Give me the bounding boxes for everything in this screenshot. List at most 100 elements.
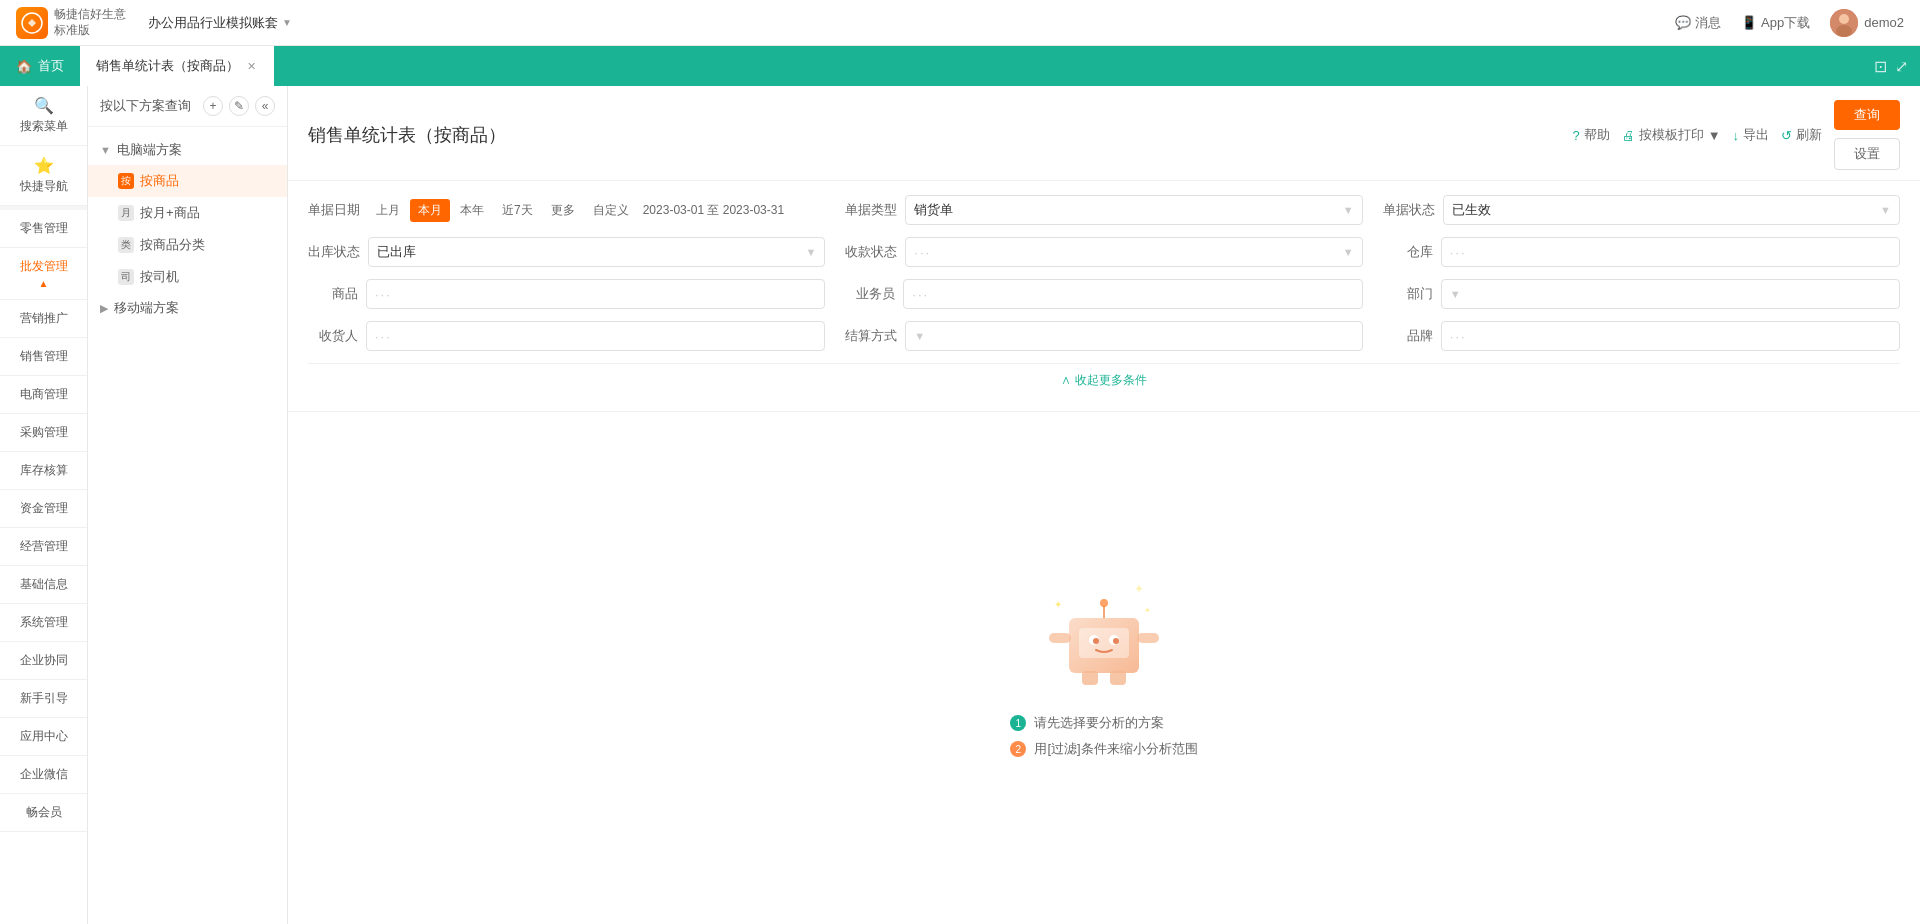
filter-label-payment: 结算方式 [845,327,897,345]
dots-icon: ··· [375,329,392,344]
query-button[interactable]: 查询 [1834,100,1900,130]
sidebar-item-retail[interactable]: 零售管理 [0,210,87,248]
filter-field-date: 单据日期 上月 本月 本年 近7天 更多 自定义 2023-03-01 至 20… [308,195,825,225]
sidebar-item-app-center[interactable]: 应用中心 [0,718,87,756]
page-title-actions: ? 帮助 🖨 按模板打印 ▼ ↓ 导出 ↺ 刷新 [1572,100,1900,170]
brand-select[interactable]: ··· [1441,321,1900,351]
chevron-down-icon: ▼ [1343,204,1354,216]
collapse-panel-button[interactable]: « [255,96,275,116]
date-tab-current-year[interactable]: 本年 [452,199,492,222]
product-select[interactable]: ··· [366,279,825,309]
empty-text-list: 1 请先选择要分析的方案 2 用[过滤]条件来缩小分析范围 [1010,714,1197,758]
sidebar-item-operations[interactable]: 经营管理 [0,528,87,566]
help-button[interactable]: ? 帮助 [1572,126,1609,144]
filter-label-collect-status: 收款状态 [845,243,897,261]
filter-field-product: 商品 ··· [308,279,825,309]
date-tab-custom[interactable]: 自定义 [585,199,637,222]
app-download-button[interactable]: 📱 App下载 [1741,14,1810,32]
chevron-down-icon: ▼ [1880,204,1891,216]
tab-maximize-button[interactable]: ⤢ [1895,57,1908,76]
page-title-bar: 销售单统计表（按商品） ? 帮助 🖨 按模板打印 ▼ ↓ 导出 [288,86,1920,181]
date-tab-last-month[interactable]: 上月 [368,199,408,222]
warehouse-select[interactable]: ··· [1441,237,1900,267]
sidebar-item-inventory[interactable]: 库存核算 [0,452,87,490]
main-layout: 🔍 搜索菜单 ⭐ 快捷导航 零售管理 批发管理 ▲ 营销推广 销售管理 电商管理… [0,86,1920,924]
tab-home[interactable]: 🏠 首页 [0,46,80,86]
payment-method-select[interactable]: ▼ [905,321,1362,351]
tab-minimize-button[interactable]: ⊡ [1874,57,1887,76]
date-filter-control: 上月 本月 本年 近7天 更多 自定义 2023-03-01 至 2023-03… [368,199,825,222]
department-select[interactable]: ▼ [1441,279,1900,309]
doc-type-select[interactable]: 销货单 ▼ [905,195,1362,225]
date-tab-current-month[interactable]: 本月 [410,199,450,222]
filter-field-doc-status: 单据状态 已生效 ▼ [1383,195,1900,225]
empty-tip-2: 2 用[过滤]条件来缩小分析范围 [1010,740,1197,758]
filter-row-1: 单据日期 上月 本月 本年 近7天 更多 自定义 2023-03-01 至 20… [308,195,1900,225]
page-title: 销售单统计表（按商品） [308,123,506,147]
sidebar-item-marketing[interactable]: 营销推广 [0,300,87,338]
sidebar-item-system[interactable]: 系统管理 [0,604,87,642]
date-tab-more[interactable]: 更多 [543,199,583,222]
print-button[interactable]: 🖨 按模板打印 ▼ [1622,126,1721,144]
refresh-button[interactable]: ↺ 刷新 [1781,126,1822,144]
tree-item-by-month-product[interactable]: 月 按月+商品 [88,197,287,229]
collect-status-select[interactable]: ··· ▼ [905,237,1362,267]
sidebar-item-sales[interactable]: 销售管理 [0,338,87,376]
settings-button[interactable]: 设置 [1834,138,1900,170]
message-button[interactable]: 💬 消息 [1675,14,1721,32]
dots-icon: ··· [912,287,929,302]
user-avatar-button[interactable]: demo2 [1830,9,1904,37]
chevron-down-icon: ▼ [282,17,292,28]
doc-status-select[interactable]: 已生效 ▼ [1443,195,1900,225]
action-btns-right: 查询 设置 [1834,100,1900,170]
out-status-select[interactable]: 已出库 ▼ [368,237,825,267]
sidebar-item-ecommerce[interactable]: 电商管理 [0,376,87,414]
date-tab-last7days[interactable]: 近7天 [494,199,541,222]
bullet-2: 2 [1010,741,1026,757]
tree-group-pc-header[interactable]: ▼ 电脑端方案 [88,135,287,165]
export-button[interactable]: ↓ 导出 [1733,126,1770,144]
receiver-select[interactable]: ··· [366,321,825,351]
out-status-value: 已出库 [377,243,416,261]
tree-item-by-product-category[interactable]: 类 按商品分类 [88,229,287,261]
tab-report[interactable]: 销售单统计表（按商品） ✕ [80,46,274,86]
date-tabs: 上月 本月 本年 近7天 更多 自定义 [368,199,637,222]
dots-icon: ··· [375,287,392,302]
chevron-down-icon: ▼ [100,144,111,156]
empty-illustration: ✦ ✦ ✦ [1044,578,1164,698]
svg-rect-14 [1082,671,1098,685]
tree-item-by-cashier[interactable]: 司 按司机 [88,261,287,293]
filter-field-brand: 品牌 ··· [1383,321,1900,351]
sidebar-item-wechat[interactable]: 企业微信 [0,756,87,794]
sidebar-item-guide[interactable]: 新手引导 [0,680,87,718]
salesperson-select[interactable]: ··· [903,279,1362,309]
sidebar-item-wholesale[interactable]: 批发管理 ▲ [0,248,87,300]
filter-label-date: 单据日期 [308,201,360,219]
collapse-conditions-button[interactable]: ∧ 收起更多条件 [308,363,1900,397]
home-icon: 🏠 [16,59,32,74]
filter-conditions: 单据日期 上月 本月 本年 近7天 更多 自定义 2023-03-01 至 20… [288,181,1920,412]
filter-row-3: 商品 ··· 业务员 ··· 部门 ▼ [308,279,1900,309]
sidebar-item-purchase[interactable]: 采购管理 [0,414,87,452]
sidebar-item-vip[interactable]: 畅会员 [0,794,87,832]
filter-label-out-status: 出库状态 [308,243,360,261]
edit-scheme-button[interactable]: ✎ [229,96,249,116]
chevron-down-icon: ▼ [914,330,925,342]
filter-field-department: 部门 ▼ [1383,279,1900,309]
tab-close-icon[interactable]: ✕ [245,60,258,73]
add-scheme-button[interactable]: + [203,96,223,116]
sidebar-item-enterprise[interactable]: 企业协同 [0,642,87,680]
sidebar-item-quick-nav[interactable]: ⭐ 快捷导航 [0,146,87,206]
chevron-down-icon: ▼ [805,246,816,258]
tree-group-mobile-header[interactable]: ▶ 移动端方案 [88,293,287,323]
tree-item-by-product[interactable]: 按 按商品 [88,165,287,197]
svg-rect-10 [1049,633,1071,643]
svg-rect-11 [1137,633,1159,643]
sidebar-item-search[interactable]: 🔍 搜索菜单 [0,86,87,146]
sidebar-item-finance[interactable]: 资金管理 [0,490,87,528]
enterprise-selector[interactable]: 办公用品行业模拟账套 ▼ [148,14,292,32]
filter-row-4: 收货人 ··· 结算方式 ▼ 品牌 ··· [308,321,1900,351]
sidebar-item-basic[interactable]: 基础信息 [0,566,87,604]
filter-label-department: 部门 [1383,285,1433,303]
bullet-1: 1 [1010,715,1026,731]
